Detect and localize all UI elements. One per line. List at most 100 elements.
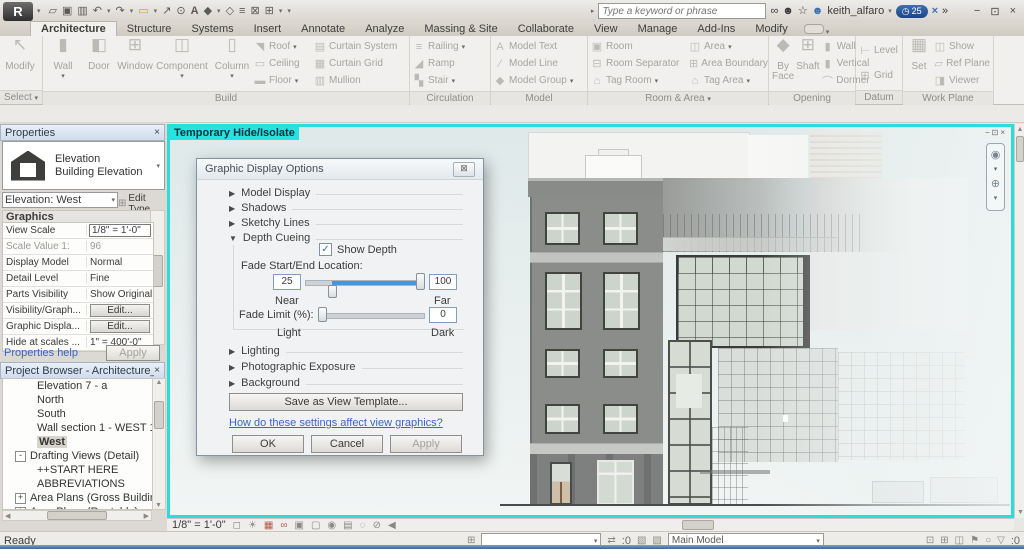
property-row[interactable]: Visibility/Graph...Edit... bbox=[3, 303, 153, 319]
curtain-grid-button[interactable]: ▦Curtain Grid bbox=[314, 55, 406, 72]
show-depth-checkbox[interactable]: ✓ bbox=[319, 243, 332, 256]
modify-button[interactable]: ↖Modify bbox=[3, 38, 37, 88]
fade-far-input[interactable]: 100 bbox=[429, 274, 457, 290]
panel-label-work-plane[interactable]: Work Plane bbox=[903, 91, 993, 105]
floor-button[interactable]: ▬Floor▾ bbox=[254, 72, 312, 89]
tree-item[interactable]: -Drafting Views (Detail) bbox=[3, 449, 153, 463]
model-group-button[interactable]: ◆Model Group▾ bbox=[494, 72, 584, 89]
wall-button[interactable]: ▮Wall▾ bbox=[46, 38, 80, 89]
crop-view-icon[interactable]: ▣ bbox=[295, 520, 304, 531]
graphic-display-options-dialog[interactable]: Graphic Display Options ⊠ ▶Model Display… bbox=[196, 158, 484, 456]
property-row[interactable]: Detail LevelFine bbox=[3, 271, 153, 287]
view3d-caret-icon[interactable]: ▾ bbox=[217, 7, 221, 15]
subscription-icon[interactable]: ☻ bbox=[782, 6, 794, 17]
set-button[interactable]: ▦Set bbox=[906, 38, 932, 89]
user-caret-icon[interactable]: ▾ bbox=[888, 7, 892, 15]
section-model-display[interactable]: ▶Model Display bbox=[229, 187, 463, 199]
fade-slider-track[interactable] bbox=[305, 280, 425, 286]
level-button[interactable]: ⊢Level bbox=[859, 42, 899, 59]
open-icon[interactable]: ▱ bbox=[49, 6, 57, 17]
panel-label-datum[interactable]: Datum bbox=[856, 90, 902, 104]
fade-limit-track[interactable] bbox=[318, 313, 425, 319]
browser-hscrollbar[interactable]: ◀ ▶ bbox=[2, 510, 152, 521]
revit-app-button[interactable]: R bbox=[3, 2, 33, 21]
door-button[interactable]: ◧Door bbox=[82, 38, 116, 89]
text-icon[interactable]: A bbox=[191, 6, 199, 17]
communication-center-badge[interactable]: ◷25 bbox=[896, 5, 928, 18]
ref-plane-button[interactable]: ▱Ref Plane bbox=[934, 55, 990, 72]
expand-expander-icon[interactable]: + bbox=[15, 493, 26, 504]
collapse-expander-icon[interactable]: - bbox=[15, 451, 26, 462]
stair-button[interactable]: ▚Stair▾ bbox=[413, 72, 487, 89]
section-background[interactable]: ▶Background bbox=[229, 377, 463, 389]
switch-windows-icon[interactable]: ⊞ bbox=[265, 6, 274, 17]
fade-far-handle[interactable] bbox=[416, 273, 425, 290]
collapse-arrow-icon[interactable]: ◀ bbox=[388, 520, 396, 531]
canvas-hscrollbar-thumb[interactable] bbox=[682, 520, 714, 530]
tag-icon[interactable]: ⊙ bbox=[176, 6, 185, 17]
app-menu-caret-icon[interactable]: ▾ bbox=[37, 7, 41, 15]
project-browser-close-icon[interactable]: × bbox=[154, 365, 160, 376]
panel-label-select[interactable]: Select ▾ bbox=[0, 90, 42, 104]
overflow-chevrons[interactable]: » bbox=[942, 5, 948, 17]
ceiling-button[interactable]: ▭Ceiling bbox=[254, 55, 312, 72]
zoom-icon[interactable]: ⊕ bbox=[991, 177, 1000, 190]
property-row[interactable]: Parts VisibilityShow Original bbox=[3, 287, 153, 303]
dialog-apply-button[interactable]: Apply bbox=[390, 435, 462, 453]
area-boundary-button[interactable]: ⊞Area Boundary bbox=[689, 55, 765, 72]
area-button[interactable]: ◫Area▾ bbox=[689, 38, 765, 55]
temporary-hide-isolate-label[interactable]: Temporary Hide/Isolate bbox=[170, 127, 299, 140]
tab-annotate[interactable]: Annotate bbox=[291, 22, 355, 36]
tree-item-selected[interactable]: West bbox=[3, 435, 153, 449]
curtain-system-button[interactable]: ▤Curtain System bbox=[314, 38, 406, 55]
reveal-constraints-icon[interactable]: ⊘ bbox=[373, 520, 381, 531]
redo-caret-icon[interactable]: ▾ bbox=[130, 7, 134, 15]
tab-architecture[interactable]: Architecture bbox=[30, 21, 117, 36]
tag-room-button[interactable]: ⌂Tag Room▾ bbox=[591, 72, 687, 89]
tab-view[interactable]: View bbox=[584, 22, 628, 36]
properties-header[interactable]: Properties × bbox=[0, 124, 165, 141]
favorites-star-icon[interactable]: ☆ bbox=[798, 6, 808, 17]
show-crop-region-icon[interactable]: ▢ bbox=[311, 520, 320, 531]
property-row[interactable]: Display ModelNormal bbox=[3, 255, 153, 271]
customize-qat-caret-icon[interactable]: ▾ bbox=[287, 7, 291, 15]
tab-add-ins[interactable]: Add-Ins bbox=[687, 22, 745, 36]
window-button[interactable]: ⊞Window bbox=[118, 38, 152, 89]
temporary-view-properties-icon[interactable]: ▤ bbox=[343, 520, 352, 531]
view-window-controls[interactable]: −⊡× bbox=[985, 128, 1007, 137]
restore-button[interactable]: ⊡ bbox=[990, 5, 999, 18]
search-input[interactable] bbox=[598, 3, 766, 19]
hide-analytical-model-icon[interactable]: ◌ bbox=[360, 520, 366, 531]
type-selector[interactable]: Elevation Building Elevation ▾ bbox=[2, 141, 165, 190]
tree-item[interactable]: South bbox=[3, 407, 153, 421]
ribbon-state-pill[interactable] bbox=[804, 24, 824, 34]
tree-item[interactable]: ++START HERE bbox=[3, 463, 153, 477]
fade-limit-input[interactable]: 0 bbox=[429, 307, 457, 323]
ribbon-state-caret-icon[interactable]: ▾ bbox=[826, 28, 830, 36]
properties-help-link[interactable]: Properties help bbox=[4, 347, 78, 359]
tab-insert[interactable]: Insert bbox=[244, 22, 292, 36]
model-line-button[interactable]: ∕Model Line bbox=[494, 55, 584, 72]
measure-icon[interactable]: ▭ bbox=[138, 6, 148, 17]
browser-vscrollbar[interactable]: ▲ ▼ bbox=[152, 378, 166, 510]
panel-label-model[interactable]: Model bbox=[491, 91, 587, 105]
fade-near-input[interactable]: 25 bbox=[273, 274, 301, 290]
thin-lines-icon[interactable]: ≡ bbox=[239, 6, 245, 17]
mullion-button[interactable]: ▥Mullion bbox=[314, 72, 406, 89]
by-face-button[interactable]: ◆By Face bbox=[772, 38, 794, 89]
navigation-bar[interactable]: ◉ ▾ ⊕ ▾ bbox=[986, 143, 1005, 211]
section-icon[interactable]: ◇ bbox=[226, 6, 234, 17]
room-separator-button[interactable]: ⊟Room Separator bbox=[591, 55, 687, 72]
undo-icon[interactable]: ↶ bbox=[93, 6, 102, 17]
properties-close-icon[interactable]: × bbox=[154, 127, 160, 138]
property-row[interactable]: Graphic Displa...Edit... bbox=[3, 319, 153, 335]
tree-item[interactable]: ABBREVIATIONS bbox=[3, 477, 153, 491]
tab-manage[interactable]: Manage bbox=[628, 22, 688, 36]
show-depth-row[interactable]: ✓ Show Depth bbox=[319, 243, 397, 256]
fade-limit-handle[interactable] bbox=[318, 307, 327, 322]
sun-path-icon[interactable]: ☀ bbox=[248, 520, 257, 531]
steering-wheel-icon[interactable]: ◉ bbox=[991, 148, 1001, 161]
visibility-edit-button[interactable]: Edit... bbox=[90, 304, 150, 317]
exchange-apps-icon[interactable]: × bbox=[932, 6, 938, 17]
section-sketchy-lines[interactable]: ▶Sketchy Lines bbox=[229, 217, 463, 229]
